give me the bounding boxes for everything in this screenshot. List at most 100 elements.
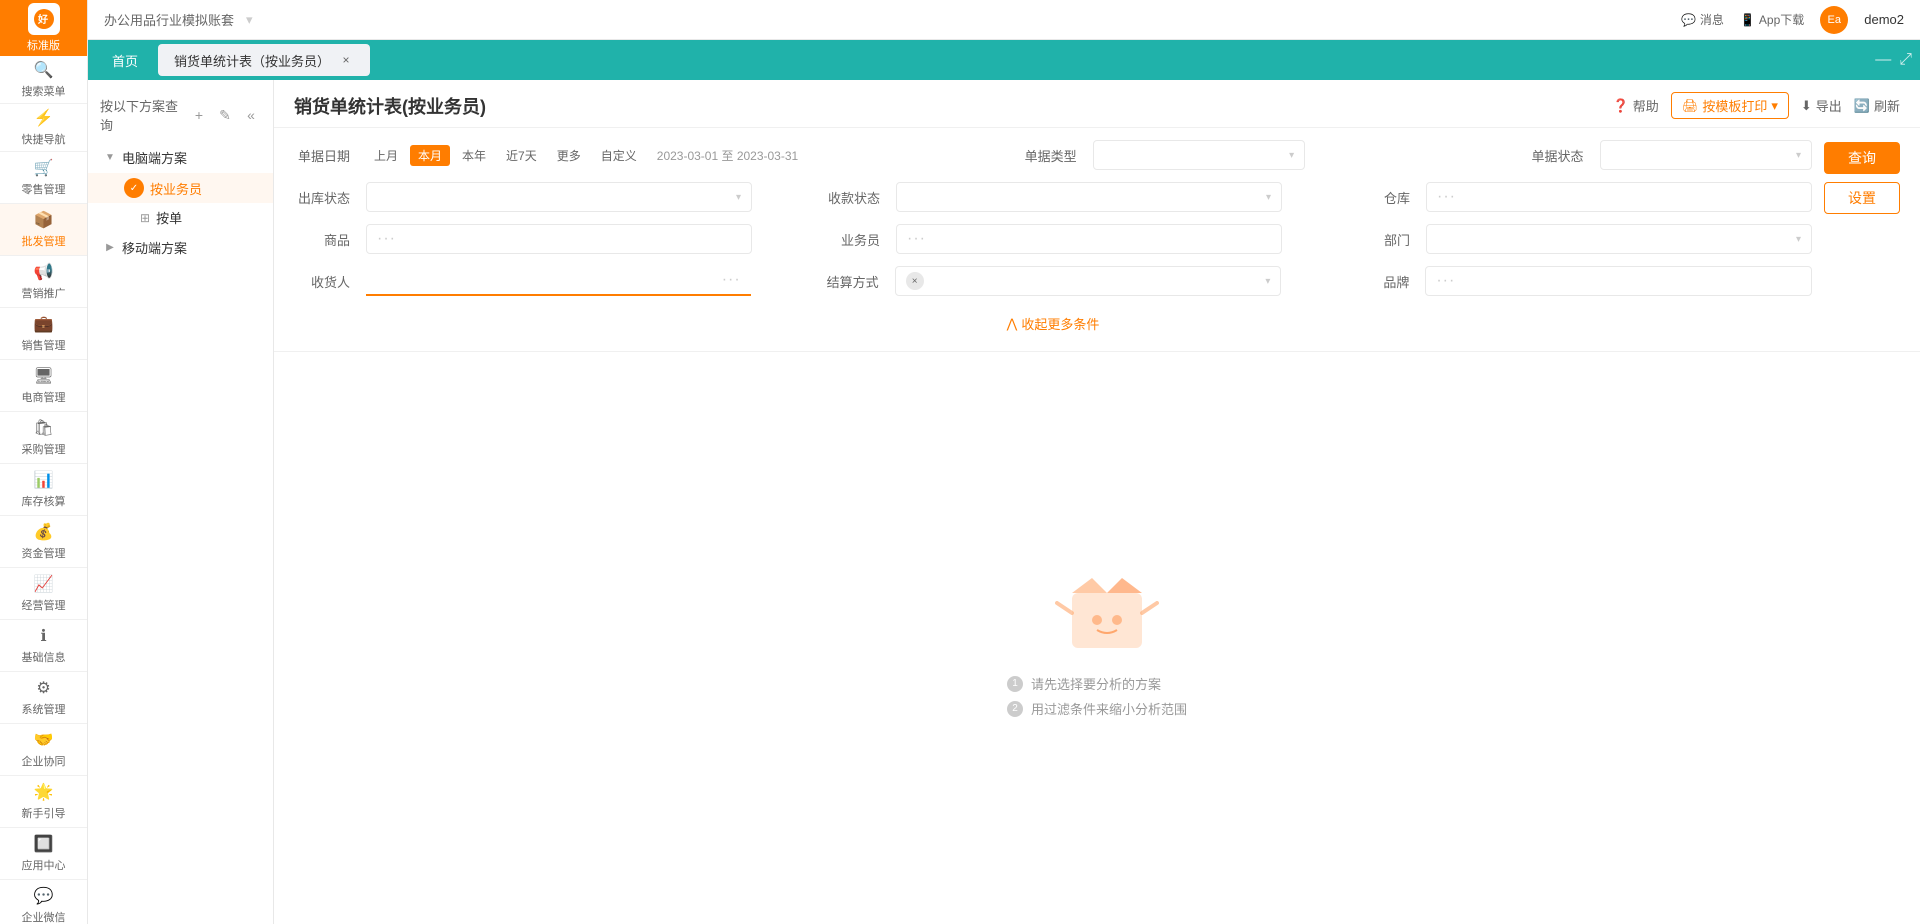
date-tab-this-year[interactable]: 本年 <box>454 145 494 166</box>
breadcrumb-arrow-icon[interactable]: ▾ <box>246 12 253 28</box>
operations-icon: 📈 <box>34 574 54 594</box>
goods-select[interactable]: ··· <box>366 224 752 254</box>
export-btn[interactable]: ⬇ 导出 <box>1801 96 1842 115</box>
basic-icon: ℹ <box>34 626 54 646</box>
help-icon: ❓ <box>1613 98 1629 114</box>
recipient-input[interactable]: ··· <box>366 266 751 296</box>
sidebar-label-shortcut: 快捷导航 <box>22 131 66 147</box>
tree-mobile-section[interactable]: ▶ 移动端方案 <box>88 232 273 263</box>
right-content: 销货单统计表(按业务员) ❓ 帮助 🖨 按模板打印 ▾ ⬇ 导出 <box>274 80 1920 924</box>
app-logo[interactable]: 好 标准版 <box>0 0 88 56</box>
type-select[interactable]: ▾ <box>1093 140 1305 170</box>
empty-label-2: 用过滤条件来缩小分析范围 <box>1031 699 1187 718</box>
sidebar-item-appstore[interactable]: 🔲 应用中心 <box>0 828 88 880</box>
filter-row-4: 收货人 ··· 结算方式 × ▾ <box>294 266 1812 296</box>
app-subtitle: 标准版 <box>27 37 60 53</box>
sidebar-item-shortcut[interactable]: ⚡ 快捷导航 <box>0 104 88 152</box>
filter-section: 单据日期 上月 本月 本年 近7天 更多 自定义 2023-03-01 至 20… <box>294 140 1900 339</box>
sidebar-item-inventory[interactable]: 📊 库存核算 <box>0 464 88 516</box>
sidebar-item-marketing[interactable]: 📢 营销推广 <box>0 256 88 308</box>
staff-dots: ··· <box>907 230 926 248</box>
edit-icon: ✎ <box>219 107 231 124</box>
sidebar-item-system[interactable]: ⚙ 系统管理 <box>0 672 88 724</box>
type-arrow-icon: ▾ <box>1289 150 1294 161</box>
page-title: 销货单统计表(按业务员) <box>294 93 486 119</box>
settlement-clear-btn[interactable]: × <box>906 272 924 290</box>
app-download-action[interactable]: 📱 App下载 <box>1740 11 1804 28</box>
add-scheme-btn[interactable]: + <box>189 105 209 125</box>
page-header-actions: ❓ 帮助 🖨 按模板打印 ▾ ⬇ 导出 🔄 刷新 <box>1613 92 1900 119</box>
purchase-icon: 🛍 <box>34 418 54 438</box>
user-name[interactable]: demo2 <box>1864 12 1904 27</box>
sidebar-label-sales: 销售管理 <box>22 337 66 353</box>
collapse-panel-btn[interactable]: « <box>241 105 261 125</box>
print-btn[interactable]: 🖨 按模板打印 ▾ <box>1671 92 1789 119</box>
refresh-btn[interactable]: 🔄 刷新 <box>1854 96 1900 115</box>
sidebar-item-basic[interactable]: ℹ 基础信息 <box>0 620 88 672</box>
staff-select[interactable]: ··· <box>896 224 1282 254</box>
brand-label: 品牌 <box>1353 272 1409 291</box>
payment-select[interactable]: ▾ <box>896 182 1282 212</box>
filter-area: 单据日期 上月 本月 本年 近7天 更多 自定义 2023-03-01 至 20… <box>274 128 1920 352</box>
export-label: 导出 <box>1816 96 1842 115</box>
tree-arrow-mobile-icon: ▶ <box>104 242 116 254</box>
date-tab-more[interactable]: 更多 <box>549 145 589 166</box>
tab-active[interactable]: 销货单统计表（按业务员） × <box>158 44 370 76</box>
message-icon: 💬 <box>1681 13 1696 27</box>
filter-row-3: 商品 ··· 业务员 ··· 部门 <box>294 224 1812 254</box>
download-icon: 📱 <box>1740 13 1755 27</box>
settlement-select[interactable]: × ▾ <box>895 266 1282 296</box>
sidebar-label-wholesale: 批发管理 <box>22 233 66 249</box>
tree-arrow-icon: ▼ <box>104 152 116 164</box>
dept-select[interactable]: ▾ <box>1426 224 1812 254</box>
active-dot: ✓ <box>124 178 144 198</box>
query-button[interactable]: 查询 <box>1824 142 1900 174</box>
warehouse-select[interactable]: ··· <box>1426 182 1812 212</box>
date-tab-7days[interactable]: 近7天 <box>498 145 545 166</box>
sidebar-item-retail[interactable]: 🛒 零售管理 <box>0 152 88 204</box>
tree-pc-section[interactable]: ▼ 电脑端方案 <box>88 142 273 173</box>
sidebar-item-enterprise[interactable]: 🤝 企业协同 <box>0 724 88 776</box>
tree-by-staff[interactable]: ✓ 按业务员 <box>88 173 273 203</box>
tree-mobile-label: 移动端方案 <box>122 238 187 257</box>
sidebar-item-purchase[interactable]: 🛍 采购管理 <box>0 412 88 464</box>
sidebar-item-wholesale[interactable]: 📦 批发管理 <box>0 204 88 256</box>
date-tab-custom[interactable]: 自定义 <box>593 145 645 166</box>
sidebar-item-wechat[interactable]: 💬 企业微信 <box>0 880 88 924</box>
print-icon: 🖨 <box>1682 98 1699 114</box>
status-select[interactable]: ▾ <box>1600 140 1812 170</box>
newbie-icon: 🌟 <box>34 782 54 802</box>
sidebar-item-sales[interactable]: 💼 销售管理 <box>0 308 88 360</box>
collapse-btn[interactable]: ⋀ 收起更多条件 <box>294 308 1812 339</box>
out-select[interactable]: ▾ <box>366 182 752 212</box>
message-action[interactable]: 💬 消息 <box>1681 11 1724 28</box>
empty-text-area: 1 请先选择要分析的方案 2 用过滤条件来缩小分析范围 <box>1007 674 1187 718</box>
sidebar-label-purchase: 采购管理 <box>22 441 66 457</box>
filter-row-2: 出库状态 ▾ 收款状态 ▾ <box>294 182 1812 212</box>
left-panel-actions: + ✎ « <box>189 105 261 125</box>
sidebar-item-finance[interactable]: 💰 资金管理 <box>0 516 88 568</box>
sidebar-item-search[interactable]: 🔍 搜索菜单 <box>0 56 88 104</box>
user-avatar[interactable]: Ea <box>1820 6 1848 34</box>
date-tab-last-month[interactable]: 上月 <box>366 145 406 166</box>
search-icon: 🔍 <box>34 60 54 80</box>
tab-home[interactable]: 首页 <box>96 44 154 76</box>
date-tab-this-month[interactable]: 本月 <box>410 145 450 166</box>
sidebar-label-system: 系统管理 <box>22 701 66 717</box>
date-label: 单据日期 <box>294 146 350 165</box>
setting-button[interactable]: 设置 <box>1824 182 1900 214</box>
tab-expand-icon[interactable]: ⤢ <box>1899 51 1912 69</box>
tab-minimize-icon[interactable]: — <box>1875 51 1891 69</box>
sidebar-item-newbie[interactable]: 🌟 新手引导 <box>0 776 88 828</box>
sidebar-label-marketing: 营销推广 <box>22 285 66 301</box>
help-btn[interactable]: ❓ 帮助 <box>1613 96 1659 115</box>
main-area: 办公用品行业模拟账套 ▾ 💬 消息 📱 App下载 Ea demo2 首页 销货… <box>88 0 1920 924</box>
sidebar-item-operations[interactable]: 📈 经营管理 <box>0 568 88 620</box>
sidebar-item-ecommerce[interactable]: 🖥 电商管理 <box>0 360 88 412</box>
edit-scheme-btn[interactable]: ✎ <box>215 105 235 125</box>
tree-by-order[interactable]: ⊞ 按单 <box>88 203 273 232</box>
shortcut-icon: ⚡ <box>34 108 54 128</box>
tab-close-icon[interactable]: × <box>338 52 354 68</box>
brand-select[interactable]: ··· <box>1425 266 1812 296</box>
print-arrow-icon[interactable]: ▾ <box>1771 98 1778 114</box>
